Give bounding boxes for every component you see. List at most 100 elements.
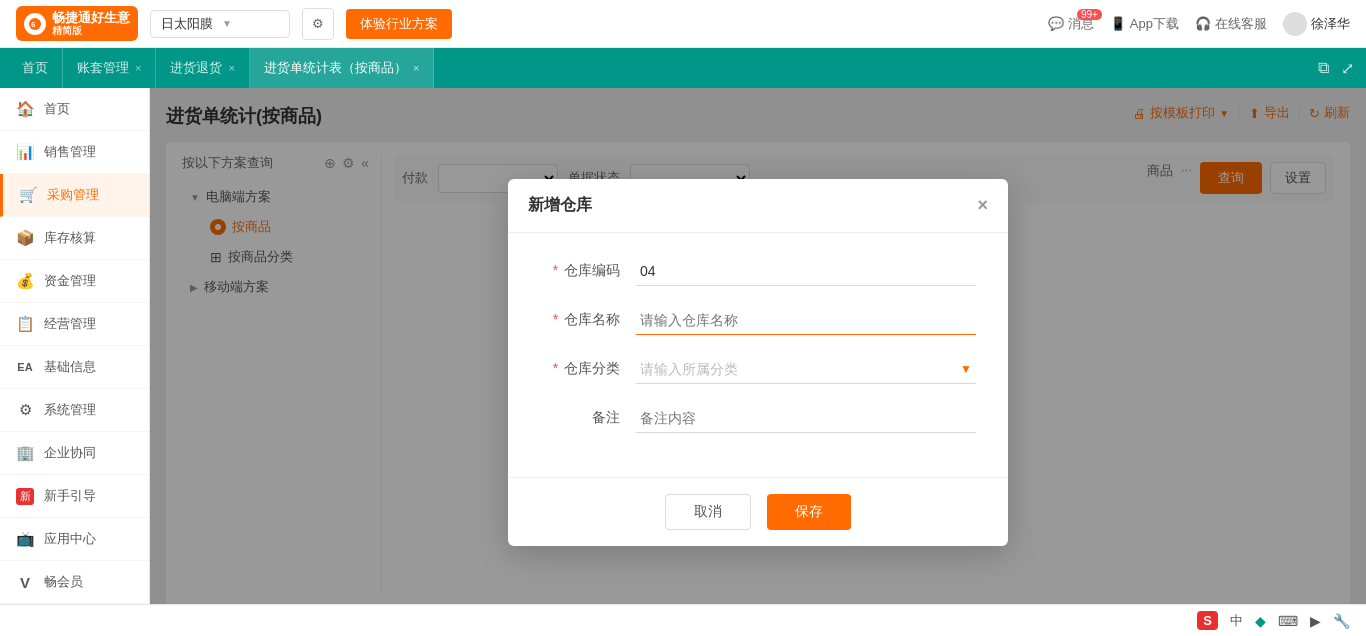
tab-home-label: 首页 [22,59,48,77]
category-select[interactable]: 请输入所属分类 [636,355,976,384]
tab-account-label: 账套管理 [77,59,129,77]
sidebar-label-sales: 销售管理 [44,143,96,161]
tab-actions: ⧉ ⤢ [1314,55,1358,82]
code-input[interactable] [636,257,976,286]
home-icon: 🏠 [16,100,34,118]
tab-expand-button[interactable]: ⤢ [1337,55,1358,82]
settings-button[interactable]: ⚙ [302,8,334,40]
sidebar-item-home[interactable]: 🏠 首页 [0,88,149,131]
remark-label: 备注 [540,409,620,427]
sales-icon: 📊 [16,143,34,161]
required-mark-code: * [553,262,558,278]
remark-input[interactable] [636,404,976,433]
chinese-input-icon[interactable]: 中 [1230,612,1243,630]
store-selector[interactable]: 日太阳膜 ▼ [150,10,290,38]
tab-account-close[interactable]: × [135,62,141,74]
sidebar-label-enterprise: 企业协同 [44,444,96,462]
tab-returns-close[interactable]: × [228,62,234,74]
new-warehouse-modal: 新增仓库 × * 仓库编码 * [508,179,1008,546]
form-row-name: * 仓库名称 [540,306,976,335]
inventory-icon: 📦 [16,229,34,247]
sidebar-item-vip[interactable]: V 畅会员 [0,561,149,604]
system-icon: ⚙ [16,401,34,419]
bottom-bar: S 中 ◆ ⌨ ▶ 🔧 [0,604,1366,636]
category-select-wrap: 请输入所属分类 ▼ [636,355,976,384]
logo-icon: 6 [24,13,46,35]
app-download-button[interactable]: 📱 App下载 [1110,15,1179,33]
tab-stats-close[interactable]: × [413,62,419,74]
enterprise-icon: 🏢 [16,444,34,462]
sidebar-label-guide: 新手引导 [44,487,96,505]
sidebar-item-sales[interactable]: 📊 销售管理 [0,131,149,174]
logo-area: 6 畅捷通好生意 精简版 [16,6,138,42]
headphone-icon: 🎧 [1195,16,1211,31]
store-dropdown-arrow: ▼ [222,18,279,29]
s-logo: S [1197,611,1218,630]
sidebar-item-system[interactable]: ⚙ 系统管理 [0,389,149,432]
trial-button[interactable]: 体验行业方案 [346,9,452,39]
modal-footer: 取消 保存 [508,477,1008,546]
tab-stats[interactable]: 进货单统计表（按商品） × [250,48,434,88]
sidebar-item-basic-info[interactable]: EA 基础信息 [0,346,149,389]
tab-home[interactable]: 首页 [8,48,63,88]
top-header: 6 畅捷通好生意 精简版 日太阳膜 ▼ ⚙ 体验行业方案 💬 消息 99+ 📱 … [0,0,1366,48]
user-area[interactable]: 徐泽华 [1283,12,1350,36]
sidebar-item-finance[interactable]: 💰 资金管理 [0,260,149,303]
sidebar: 🏠 首页 📊 销售管理 🛒 采购管理 📦 库存核算 💰 资金管理 📋 经营管理 … [0,88,150,636]
cancel-button[interactable]: 取消 [665,494,751,530]
message-badge: 99+ [1077,9,1102,20]
user-name: 徐泽华 [1311,15,1350,33]
tab-collapse-button[interactable]: ⧉ [1314,55,1333,82]
tab-returns-label: 进货退货 [170,59,222,77]
tab-account[interactable]: 账套管理 × [63,48,156,88]
online-service-button[interactable]: 🎧 在线客服 [1195,15,1267,33]
sidebar-item-operations[interactable]: 📋 经营管理 [0,303,149,346]
gear-icon: ⚙ [312,16,324,31]
modal-body: * 仓库编码 * 仓库名称 [508,233,1008,477]
svg-text:6: 6 [31,20,36,29]
user-avatar [1283,12,1307,36]
modal-header: 新增仓库 × [508,179,1008,233]
main-layout: 🏠 首页 📊 销售管理 🛒 采购管理 📦 库存核算 💰 资金管理 📋 经营管理 … [0,88,1366,636]
phone-icon: 📱 [1110,16,1126,31]
app-name-main: 畅捷通好生意 [52,10,130,26]
message-icon: 💬 [1048,16,1064,31]
sidebar-item-purchase[interactable]: 🛒 采购管理 [0,174,149,217]
code-label: * 仓库编码 [540,262,620,280]
content-area: 进货单统计(按商品) 🖨 按模板打印 ▼ | ⬆ 导出 | ↻ 刷新 [150,88,1366,636]
appstore-icon: 📺 [16,530,34,548]
purchase-icon: 🛒 [19,186,37,204]
modal-close-button[interactable]: × [977,195,988,216]
basic-info-icon: EA [16,361,34,373]
save-button[interactable]: 保存 [767,494,851,530]
name-label: * 仓库名称 [540,311,620,329]
sidebar-label-purchase: 采购管理 [47,186,99,204]
guide-icon: 新 [16,488,34,505]
play-icon[interactable]: ▶ [1310,613,1321,629]
message-button[interactable]: 💬 消息 99+ [1048,15,1094,33]
sidebar-item-appstore[interactable]: 📺 应用中心 [0,518,149,561]
category-label: * 仓库分类 [540,360,620,378]
sidebar-label-operations: 经营管理 [44,315,96,333]
sidebar-item-enterprise[interactable]: 🏢 企业协同 [0,432,149,475]
sidebar-item-inventory[interactable]: 📦 库存核算 [0,217,149,260]
sidebar-item-guide[interactable]: 新 新手引导 [0,475,149,518]
sidebar-label-inventory: 库存核算 [44,229,96,247]
vip-icon: V [16,574,34,591]
tab-bar: 首页 账套管理 × 进货退货 × 进货单统计表（按商品） × ⧉ ⤢ [0,48,1366,88]
sidebar-label-home: 首页 [44,100,70,118]
diamond-icon: ◆ [1255,613,1266,629]
name-input[interactable] [636,306,976,335]
keyboard-icon[interactable]: ⌨ [1278,613,1298,629]
form-row-code: * 仓库编码 [540,257,976,286]
sidebar-label-finance: 资金管理 [44,272,96,290]
form-row-category: * 仓库分类 请输入所属分类 ▼ [540,355,976,384]
sidebar-label-basic-info: 基础信息 [44,358,96,376]
finance-icon: 💰 [16,272,34,290]
header-right: 💬 消息 99+ 📱 App下载 🎧 在线客服 徐泽华 [1048,12,1350,36]
operations-icon: 📋 [16,315,34,333]
tool-icon[interactable]: 🔧 [1333,613,1350,629]
app-download-label: App下载 [1130,15,1179,33]
tab-returns[interactable]: 进货退货 × [156,48,249,88]
required-mark-name: * [553,311,558,327]
